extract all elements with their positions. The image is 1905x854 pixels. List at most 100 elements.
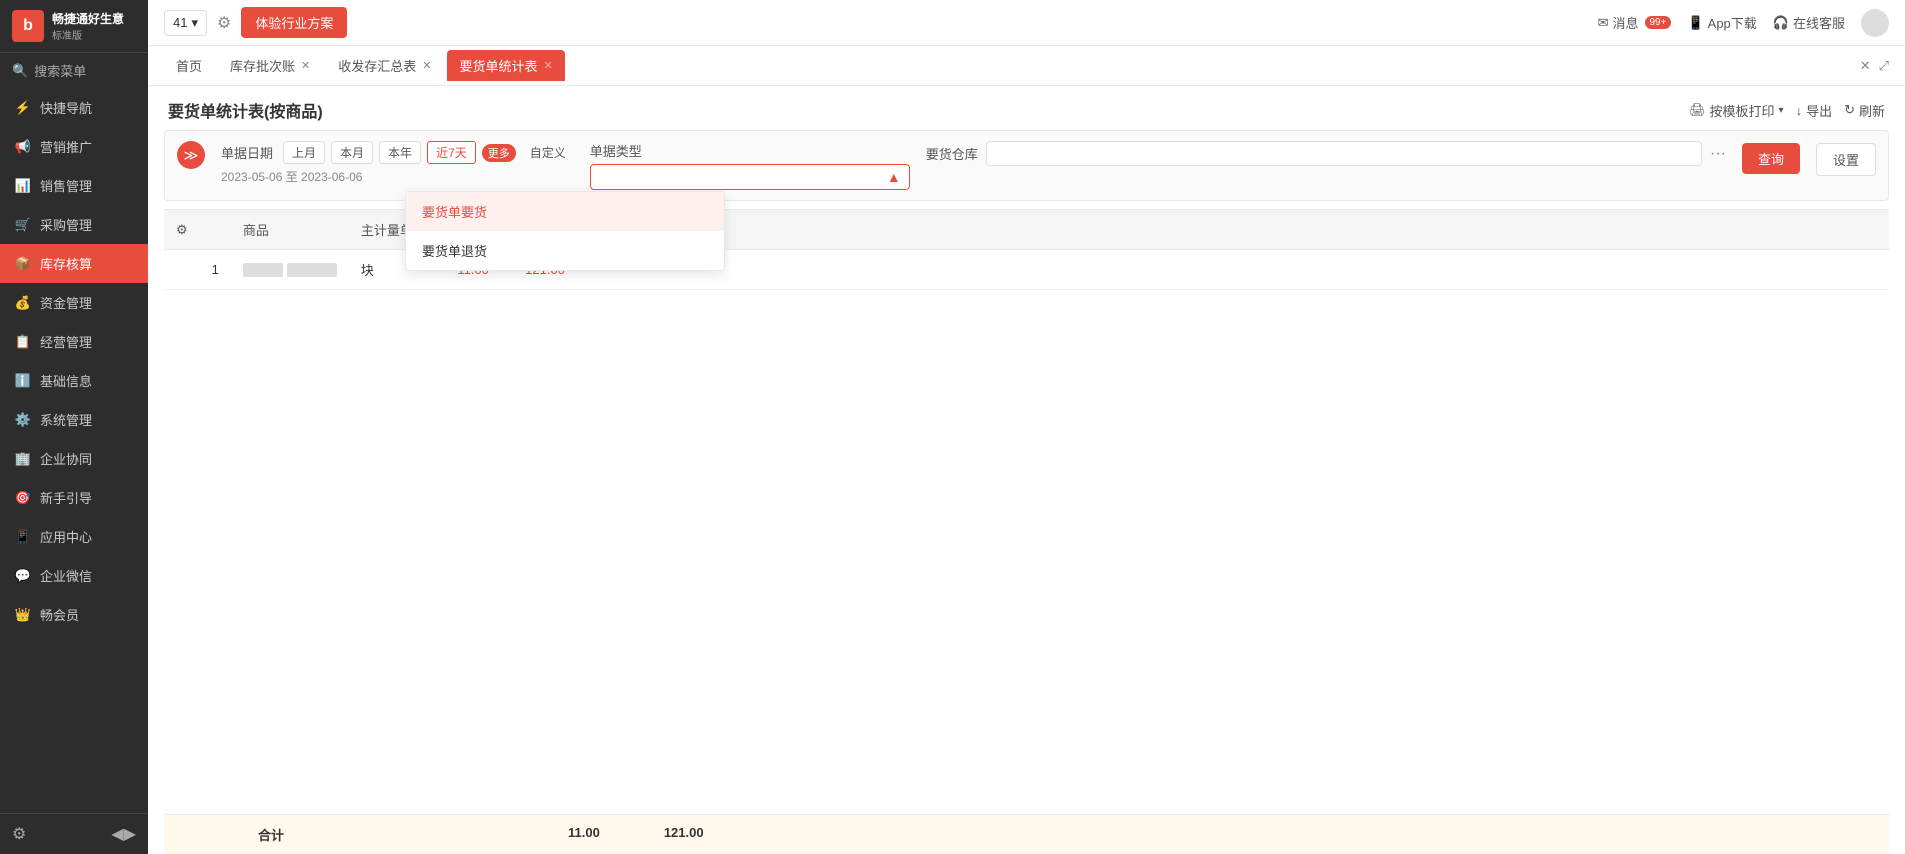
service-action[interactable]: 🎧 在线客服 <box>1773 13 1845 32</box>
sidebar-label-marketing: 营销推广 <box>40 137 92 156</box>
footer-empty-1 <box>176 825 216 844</box>
guide-icon: 🎯 <box>14 489 32 507</box>
type-filter-arrow-icon[interactable]: ▲ <box>887 169 901 185</box>
export-icon: ↓ <box>1796 103 1803 118</box>
tab-order-stats[interactable]: 要货单统计表 ✕ <box>447 50 564 81</box>
row-num-cell: 1 <box>200 250 231 290</box>
sidebar-label-member: 畅会员 <box>40 605 79 624</box>
sidebar-item-enterprise[interactable]: 🏢 企业协同 <box>0 439 148 478</box>
export-label: 导出 <box>1806 101 1832 120</box>
tab-inventory-batch-close[interactable]: ✕ <box>301 59 310 72</box>
tab-inventory-batch[interactable]: 库存批次账 ✕ <box>218 50 322 81</box>
filter-expand-btn[interactable]: ≫ <box>177 141 205 169</box>
app-label: App下载 <box>1708 13 1757 32</box>
type-filter-group: 单据类型 ▲ <box>590 141 910 190</box>
tab-receive-summary[interactable]: 收发存汇总表 ✕ <box>326 50 443 81</box>
date-btn-this-month[interactable]: 本月 <box>331 141 373 164</box>
date-more-badge[interactable]: 更多 <box>482 144 516 162</box>
date-range-display: 2023-05-06 至 2023-06-06 <box>221 168 574 185</box>
type-filter-input[interactable] <box>599 170 887 185</box>
sidebar-label-system: 系统管理 <box>40 410 92 429</box>
quick-nav-icon: ⚡ <box>14 99 32 117</box>
sidebar-item-member[interactable]: 👑 畅会员 <box>0 595 148 634</box>
warehouse-input[interactable] <box>986 141 1702 166</box>
dropdown-item-order-goods[interactable]: 要货单要货 <box>406 192 724 231</box>
sidebar-item-marketing[interactable]: 📢 营销推广 <box>0 127 148 166</box>
page-actions: 🖨 按模板打印 ▾ ↓ 导出 ↻ 刷新 <box>1689 101 1885 120</box>
sidebar-label-inventory: 库存核算 <box>40 254 92 273</box>
sidebar-label-sales: 销售管理 <box>40 176 92 195</box>
finance-icon: 💰 <box>14 294 32 312</box>
sidebar: b 畅捷通好生意 标准版 🔍 搜索菜单 ⚡ 快捷导航 📢 营销推广 📊 销售管理… <box>0 0 148 854</box>
avatar[interactable] <box>1861 9 1889 37</box>
sidebar-item-system[interactable]: ⚙️ 系统管理 <box>0 400 148 439</box>
message-action[interactable]: ✉ 消息 99+ <box>1598 13 1672 32</box>
dropdown-item-order-return-label: 要货单退货 <box>422 244 487 259</box>
sidebar-item-quick-nav[interactable]: ⚡ 快捷导航 <box>0 88 148 127</box>
tab-home-label: 首页 <box>176 56 202 75</box>
date-filter-label: 单据日期 <box>221 143 273 162</box>
inventory-icon: 📦 <box>14 255 32 273</box>
logo: b 畅捷通好生意 标准版 <box>0 0 148 53</box>
trial-button[interactable]: 体验行业方案 <box>241 7 347 38</box>
query-button[interactable]: 查询 <box>1742 143 1800 174</box>
company-select[interactable]: 41 ▾ <box>164 10 207 36</box>
sidebar-item-inventory[interactable]: 📦 库存核算 <box>0 244 148 283</box>
tab-inventory-batch-label: 库存批次账 <box>230 56 295 75</box>
footer-gap <box>612 825 652 844</box>
app-download-action[interactable]: 📱 App下载 <box>1687 13 1756 32</box>
wechat-icon: 💬 <box>14 567 32 585</box>
dropdown-item-order-goods-label: 要货单要货 <box>422 205 487 220</box>
export-action[interactable]: ↓ 导出 <box>1796 101 1833 120</box>
warehouse-more-icon[interactable]: ··· <box>1710 145 1726 163</box>
col-settings-header[interactable]: ⚙ <box>164 210 200 250</box>
sidebar-label-guide: 新手引导 <box>40 488 92 507</box>
warehouse-filter-group: 要货仓库 ··· <box>926 141 1726 166</box>
tab-home[interactable]: 首页 <box>164 50 214 81</box>
search-menu-item[interactable]: 🔍 搜索菜单 <box>0 53 148 88</box>
print-action[interactable]: 🖨 按模板打印 ▾ <box>1689 101 1784 120</box>
date-btn-7days[interactable]: 近7天 <box>427 141 476 164</box>
sidebar-item-sales[interactable]: 📊 销售管理 <box>0 166 148 205</box>
sidebar-item-operations[interactable]: 📋 经营管理 <box>0 322 148 361</box>
sidebar-item-wechat[interactable]: 💬 企业微信 <box>0 556 148 595</box>
product-placeholder <box>243 263 337 277</box>
date-custom-btn[interactable]: 自定义 <box>522 142 574 163</box>
warehouse-label: 要货仓库 <box>926 144 978 163</box>
settings-icon[interactable]: ⚙ <box>12 824 26 844</box>
header-gear-icon[interactable]: ⚙ <box>217 13 231 33</box>
tab-order-stats-label: 要货单统计表 <box>459 56 537 75</box>
tab-receive-summary-close[interactable]: ✕ <box>422 59 431 72</box>
settings-button[interactable]: 设置 <box>1816 143 1876 176</box>
row-product-cell <box>231 250 349 290</box>
print-label: 按模板打印 <box>1710 101 1775 120</box>
main-area: 41 ▾ ⚙ 体验行业方案 ✉ 消息 99+ 📱 App下载 🎧 在线客服 <box>148 0 1905 854</box>
search-menu-label: 搜索菜单 <box>34 61 86 80</box>
type-dropdown: 要货单要货 要货单退货 <box>405 191 725 271</box>
logo-sub: 标准版 <box>52 27 124 42</box>
dropdown-item-order-return[interactable]: 要货单退货 <box>406 231 724 270</box>
sidebar-item-app-center[interactable]: 📱 应用中心 <box>0 517 148 556</box>
sidebar-item-purchase[interactable]: 🛒 采购管理 <box>0 205 148 244</box>
footer-amount: 121.00 <box>652 825 716 844</box>
marketing-icon: 📢 <box>14 138 32 156</box>
refresh-action[interactable]: ↻ 刷新 <box>1844 101 1885 120</box>
logo-name: 畅捷通好生意 <box>52 10 124 27</box>
col-product-header: 商品 <box>231 210 349 250</box>
row-extra-cell <box>577 250 1889 290</box>
type-filter-input-wrapper[interactable]: ▲ <box>590 164 910 190</box>
company-select-value: 41 <box>173 15 187 30</box>
message-label: 消息 <box>1612 13 1638 32</box>
sidebar-label-purchase: 采购管理 <box>40 215 92 234</box>
expand-tabs-icon[interactable]: ⤢ <box>1879 58 1889 74</box>
sidebar-item-finance[interactable]: 💰 资金管理 <box>0 283 148 322</box>
sidebar-item-guide[interactable]: 🎯 新手引导 <box>0 478 148 517</box>
date-btn-last-month[interactable]: 上月 <box>283 141 325 164</box>
close-all-icon[interactable]: ✕ <box>1860 58 1871 74</box>
sidebar-collapse-btn[interactable]: ◀▶ <box>111 824 136 844</box>
sidebar-item-basic-info[interactable]: ℹ️ 基础信息 <box>0 361 148 400</box>
tab-order-stats-close[interactable]: ✕ <box>544 59 553 72</box>
basic-info-icon: ℹ️ <box>14 372 32 390</box>
app-icon: 📱 <box>1687 15 1703 31</box>
date-btn-this-year[interactable]: 本年 <box>379 141 421 164</box>
